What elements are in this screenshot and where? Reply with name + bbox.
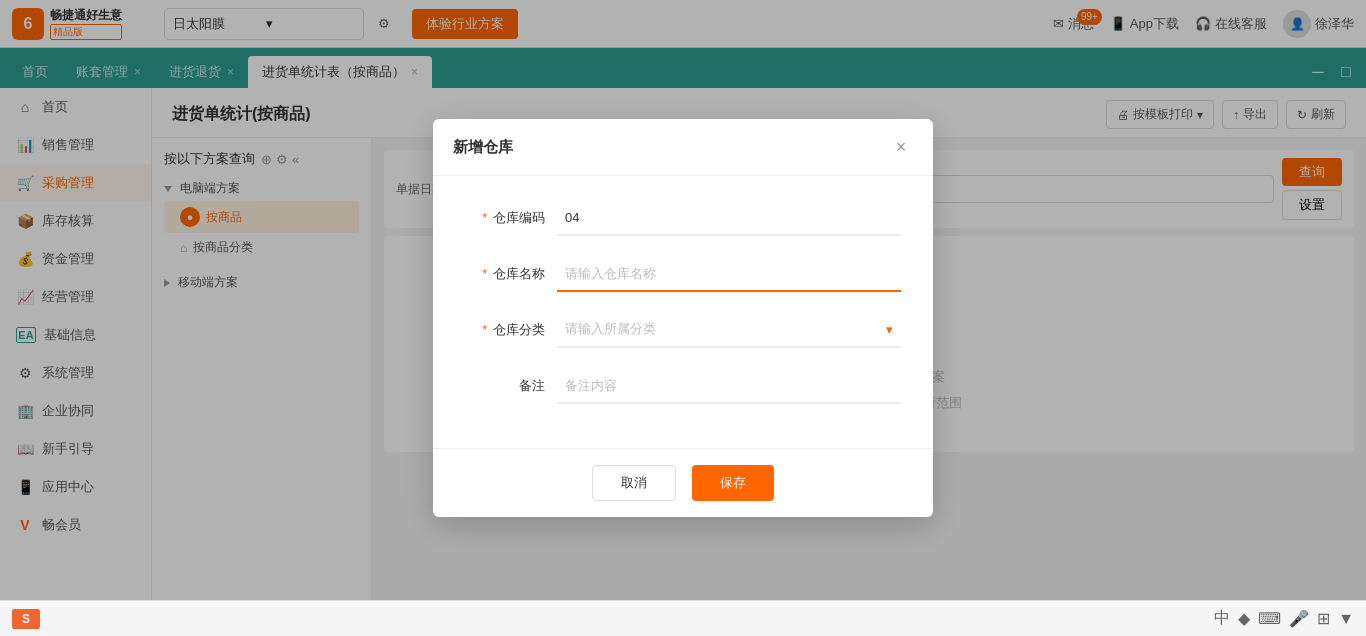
bottom-bar: S 中 ◆ ⌨ 🎤 ⊞ ▼ bbox=[0, 600, 1366, 636]
modal-body: * 仓库编码 * 仓库名称 * 仓库分类 请输入 bbox=[433, 176, 933, 448]
cancel-button[interactable]: 取消 bbox=[592, 465, 676, 501]
save-button[interactable]: 保存 bbox=[692, 465, 774, 501]
bottom-left: S bbox=[12, 609, 40, 629]
new-warehouse-modal: 新增仓库 × * 仓库编码 * 仓库名称 bbox=[433, 119, 933, 517]
modal-header: 新增仓库 × bbox=[433, 119, 933, 176]
remark-input[interactable] bbox=[557, 368, 901, 404]
code-label: * 仓库编码 bbox=[465, 209, 545, 227]
bottom-right: 中 ◆ ⌨ 🎤 ⊞ ▼ bbox=[1214, 608, 1354, 629]
form-row-code: * 仓库编码 bbox=[465, 200, 901, 236]
taskbar-chevron-icon[interactable]: ▼ bbox=[1338, 610, 1354, 628]
chinese-input-icon[interactable]: 中 bbox=[1214, 608, 1230, 629]
modal-overlay: 新增仓库 × * 仓库编码 * 仓库名称 bbox=[0, 0, 1366, 636]
name-label: * 仓库名称 bbox=[465, 265, 545, 283]
grid-icon[interactable]: ⊞ bbox=[1317, 609, 1330, 628]
s-logo: S bbox=[12, 609, 40, 629]
form-row-name: * 仓库名称 bbox=[465, 256, 901, 292]
diamond-icon[interactable]: ◆ bbox=[1238, 609, 1250, 628]
name-input[interactable] bbox=[557, 256, 901, 292]
form-row-category: * 仓库分类 请输入所属分类 ▾ bbox=[465, 312, 901, 348]
category-select[interactable]: 请输入所属分类 ▾ bbox=[557, 312, 901, 348]
modal-footer: 取消 保存 bbox=[433, 448, 933, 517]
modal-close-btn[interactable]: × bbox=[889, 135, 913, 159]
code-input[interactable] bbox=[557, 200, 901, 236]
category-label: * 仓库分类 bbox=[465, 321, 545, 339]
keyboard-icon[interactable]: ⌨ bbox=[1258, 609, 1281, 628]
remark-label: 备注 bbox=[465, 377, 545, 395]
form-row-remark: 备注 bbox=[465, 368, 901, 404]
modal-title: 新增仓库 bbox=[453, 138, 513, 157]
category-placeholder: 请输入所属分类 bbox=[565, 320, 656, 338]
category-chevron-icon: ▾ bbox=[886, 322, 893, 337]
mic-icon[interactable]: 🎤 bbox=[1289, 609, 1309, 628]
